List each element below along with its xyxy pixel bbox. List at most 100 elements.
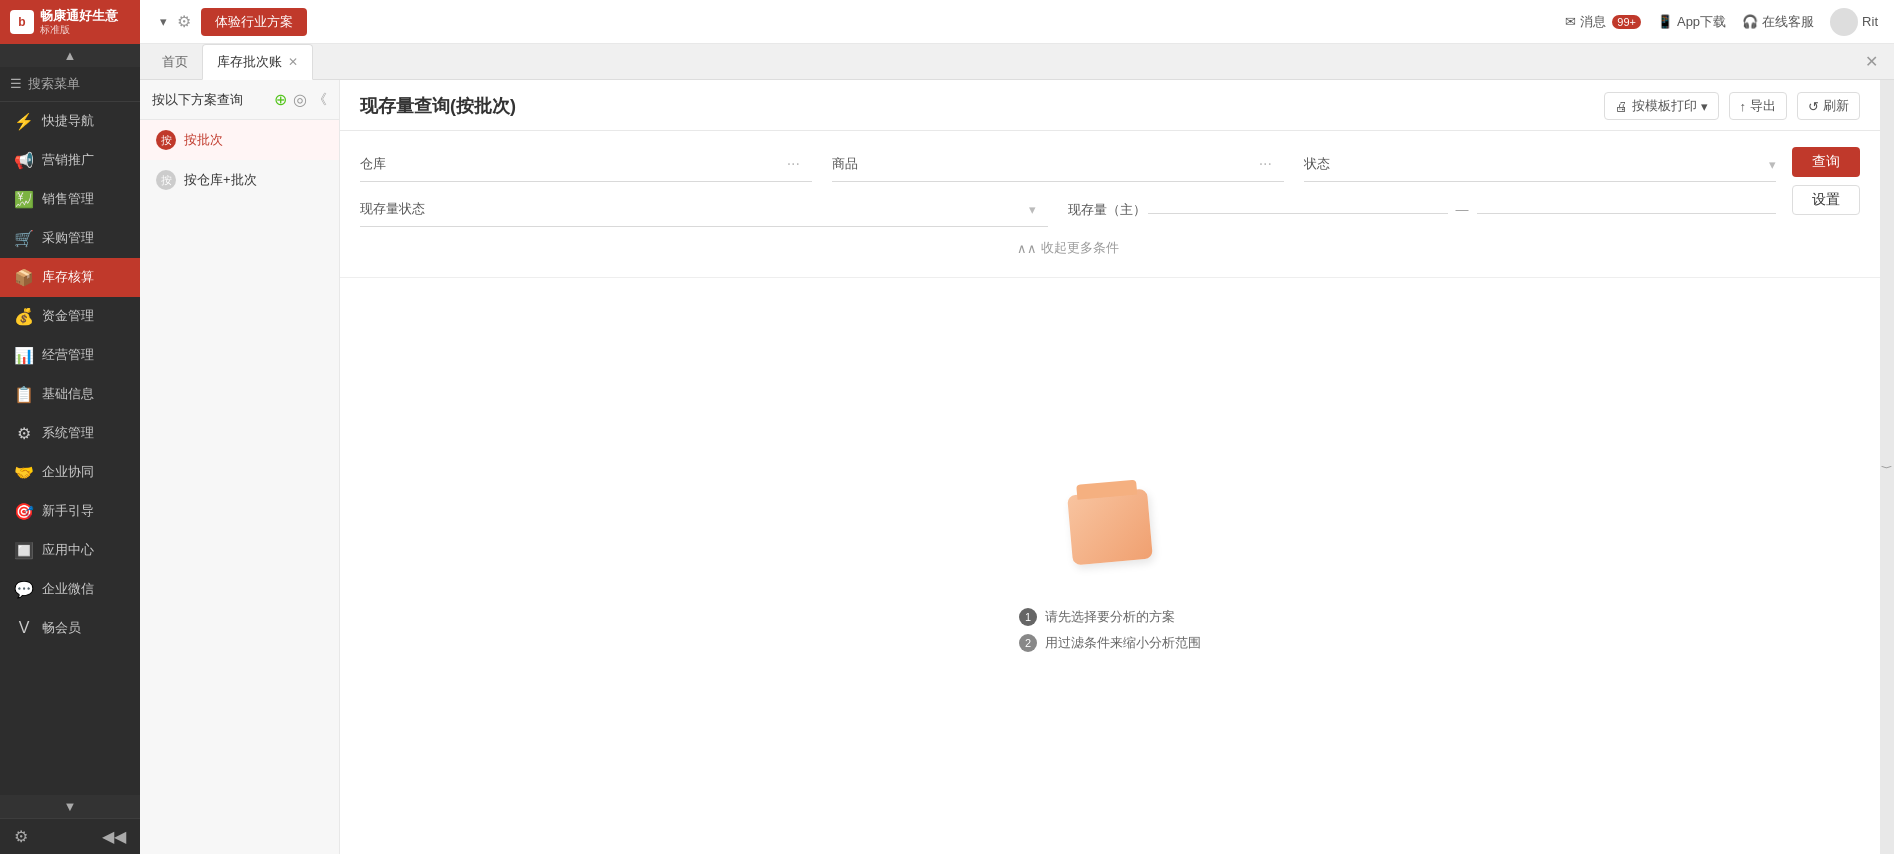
goods-more-icon[interactable]: ··· — [1259, 155, 1272, 173]
empty-tip-2: 2 用过滤条件来缩小分析范围 — [1019, 634, 1201, 652]
collapse-up-icon: ∧∧ — [1017, 241, 1037, 256]
nav-label-finance: 资金管理 — [42, 307, 94, 325]
nav-icon-members: V — [14, 619, 34, 637]
scheme-item-warehouse-batch[interactable]: 按 按仓库+批次 — [140, 160, 339, 200]
nav-icon-system: ⚙ — [14, 424, 34, 443]
right-panel: 现存量查询(按批次) 🖨 按模板打印 ▾ ↑ 导出 ↺ 刷新 — [340, 80, 1880, 854]
current-stock-label: 现存量（主） — [1068, 201, 1148, 219]
search-icon: ☰ — [10, 76, 22, 91]
nav-icon-purchase: 🛒 — [14, 229, 34, 248]
empty-tip-1: 1 请先选择要分析的方案 — [1019, 608, 1201, 626]
sidebar-item-members[interactable]: V 畅会员 — [0, 609, 140, 647]
search-label: 搜索菜单 — [28, 75, 80, 93]
topbar-right: ✉ 消息 99+ 📱 App下载 🎧 在线客服 Rit — [1565, 8, 1878, 36]
stock-status-select[interactable]: ▾ — [425, 202, 1036, 217]
current-stock-min[interactable] — [1148, 205, 1448, 214]
app-download-item[interactable]: 📱 App下载 — [1657, 13, 1726, 31]
messages-badge: 99+ — [1612, 15, 1641, 29]
scheme-label-batch: 按批次 — [184, 131, 223, 149]
app-logo: b — [10, 10, 34, 34]
sidebar-item-wechat[interactable]: 💬企业微信 — [0, 570, 140, 609]
scheme-item-batch[interactable]: 按 按批次 — [140, 120, 339, 160]
right-edge-panel[interactable]: ⟩ — [1880, 80, 1894, 854]
topbar-gear-icon[interactable]: ⚙ — [177, 12, 191, 31]
sidebar-scroll-down[interactable]: ▼ — [0, 795, 140, 818]
current-stock-range: — — [1148, 202, 1776, 217]
current-stock-max[interactable] — [1477, 205, 1777, 214]
collapse-sidebar-icon[interactable]: ◀◀ — [102, 827, 126, 846]
scheme-icon-batch: 按 — [156, 130, 176, 150]
sidebar-item-sales[interactable]: 💹销售管理 — [0, 180, 140, 219]
settings-icon[interactable]: ⚙ — [14, 827, 28, 846]
sidebar-header: b 畅康通好生意 标准版 — [0, 0, 140, 44]
sidebar-item-finance[interactable]: 💰资金管理 — [0, 297, 140, 336]
filter-buttons-col: 查询 设置 — [1776, 147, 1860, 261]
experience-btn[interactable]: 体验行业方案 — [201, 8, 307, 36]
sidebar-search[interactable]: ☰ 搜索菜单 — [0, 67, 140, 102]
stock-status-label: 现存量状态 — [360, 200, 425, 218]
nav-label-quick-nav: 快捷导航 — [42, 112, 94, 130]
sidebar-item-marketing[interactable]: 📢营销推广 — [0, 141, 140, 180]
left-panel: 按以下方案查询 ⊕ ◎ 《 按 按批次 按 按仓库+批次 — [140, 80, 340, 854]
query-btn[interactable]: 查询 — [1792, 147, 1860, 177]
sidebar-item-inventory[interactable]: 📦库存核算 — [0, 258, 140, 297]
status-chevron-icon: ▾ — [1769, 157, 1776, 172]
collapse-conditions-btn[interactable]: ∧∧ 收起更多条件 — [360, 235, 1776, 261]
refresh-icon: ↺ — [1808, 99, 1819, 114]
filter-settings-btn[interactable]: 设置 — [1792, 185, 1860, 215]
scheme-label-warehouse-batch: 按仓库+批次 — [184, 171, 257, 189]
sidebar: b 畅康通好生意 标准版 ▲ ☰ 搜索菜单 ⚡快捷导航📢营销推广💹销售管理 🛒 采购… — [0, 0, 140, 854]
add-scheme-icon[interactable]: ⊕ — [274, 90, 287, 109]
print-btn[interactable]: 🖨 按模板打印 ▾ — [1604, 92, 1719, 120]
sidebar-item-quick-nav[interactable]: ⚡快捷导航 — [0, 102, 140, 141]
topbar-left: ▾ ⚙ 体验行业方案 — [156, 8, 307, 36]
sidebar-item-basic[interactable]: 📋基础信息 — [0, 375, 140, 414]
empty-illustration — [1050, 472, 1170, 592]
filter-row-2: 现存量状态 ▾ 现存量（主） — — [360, 192, 1776, 227]
collapse-left-panel-icon[interactable]: 《 — [313, 91, 327, 109]
goods-input[interactable] — [864, 157, 1255, 172]
user-avatar-item[interactable]: Rit — [1830, 8, 1878, 36]
topbar-dropdown[interactable]: ▾ — [156, 14, 167, 29]
filter-stock-status: 现存量状态 ▾ — [360, 192, 1048, 227]
headset-icon: 🎧 — [1742, 14, 1758, 29]
scheme-settings-icon[interactable]: ◎ — [293, 90, 307, 109]
dash-icon: — — [1456, 202, 1469, 217]
print-icon: 🖨 — [1615, 99, 1628, 114]
nav-label-purchase: 采购管理 — [42, 229, 94, 247]
nav-icon-basic: 📋 — [14, 385, 34, 404]
sidebar-footer: ⚙ ◀◀ — [0, 818, 140, 854]
messages-item[interactable]: ✉ 消息 99+ — [1565, 13, 1641, 31]
nav-label-wechat: 企业微信 — [42, 580, 94, 598]
online-service-item[interactable]: 🎧 在线客服 — [1742, 13, 1814, 31]
warehouse-more-icon[interactable]: ··· — [787, 155, 800, 173]
tab-home-label: 首页 — [162, 53, 188, 71]
nav-label-newbie: 新手引导 — [42, 502, 94, 520]
sidebar-item-purchase[interactable]: 🛒 采购管理 — [0, 219, 140, 258]
sidebar-item-collab[interactable]: 🤝企业协同 — [0, 453, 140, 492]
warehouse-input[interactable] — [392, 157, 783, 172]
user-name: Rit — [1862, 14, 1878, 29]
sidebar-nav: ⚡快捷导航📢营销推广💹销售管理 🛒 采购管理 📦库存核算💰资金管理📊经营管理📋基础信息… — [0, 102, 140, 795]
page-actions: 🖨 按模板打印 ▾ ↑ 导出 ↺ 刷新 — [1604, 92, 1861, 120]
panel-close-btn[interactable]: ✕ — [1857, 48, 1886, 75]
nav-icon-inventory: 📦 — [14, 268, 34, 287]
goods-label: 商品 — [832, 155, 860, 173]
nav-label-members: 畅会员 — [42, 619, 81, 637]
refresh-btn[interactable]: ↺ 刷新 — [1797, 92, 1860, 120]
tab-home[interactable]: 首页 — [148, 44, 202, 80]
sidebar-item-system[interactable]: ⚙系统管理 — [0, 414, 140, 453]
tab-batch-account[interactable]: 库存批次账 ✕ — [202, 44, 313, 80]
tab-close-icon[interactable]: ✕ — [288, 55, 298, 69]
sidebar-item-operation[interactable]: 📊经营管理 — [0, 336, 140, 375]
export-btn[interactable]: ↑ 导出 — [1729, 92, 1788, 120]
sidebar-item-apps[interactable]: 🔲应用中心 — [0, 531, 140, 570]
sidebar-scroll-up[interactable]: ▲ — [0, 44, 140, 67]
sidebar-item-newbie[interactable]: 🎯新手引导 — [0, 492, 140, 531]
status-select[interactable]: ▾ — [1332, 157, 1776, 172]
scheme-icon-warehouse-batch: 按 — [156, 170, 176, 190]
message-icon: ✉ — [1565, 14, 1576, 29]
empty-tips: 1 请先选择要分析的方案 2 用过滤条件来缩小分析范围 — [1019, 608, 1201, 660]
app-title: 畅康通好生意 标准版 — [40, 8, 118, 36]
nav-icon-apps: 🔲 — [14, 541, 34, 560]
